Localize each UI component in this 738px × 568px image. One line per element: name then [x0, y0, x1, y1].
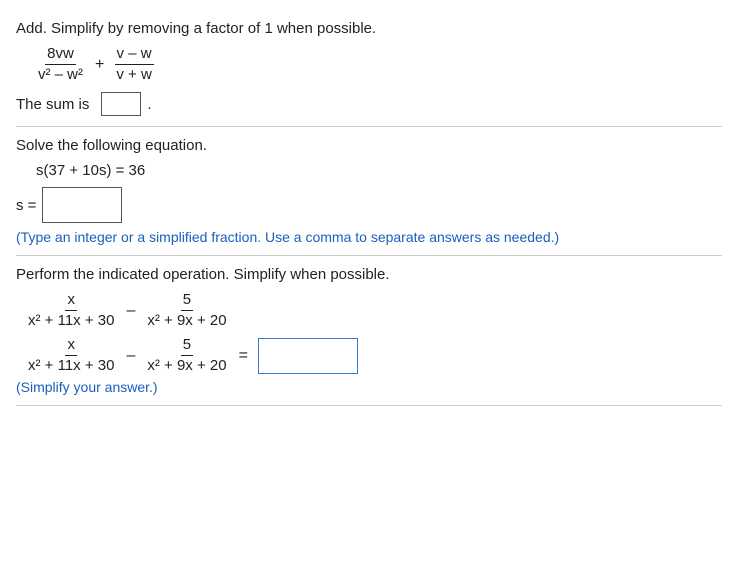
- equation-display: s(37 + 10s) = 36: [36, 162, 722, 179]
- operation-answer-box[interactable]: [258, 338, 358, 374]
- instruction-2: Solve the following equation.: [16, 137, 722, 154]
- period: .: [147, 96, 151, 113]
- fraction-1: 8vw v² – w²: [36, 45, 85, 84]
- minus-operator-result: –: [126, 347, 135, 365]
- expr-fraction-1: x x² + 11x + 30: [26, 291, 116, 330]
- simplify-hint: (Simplify your answer.): [16, 379, 722, 395]
- section-subtract-fractions: Perform the indicated operation. Simplif…: [16, 256, 722, 406]
- instruction-3: Perform the indicated operation. Simplif…: [16, 266, 722, 283]
- result-fraction-1: x x² + 11x + 30: [26, 336, 116, 375]
- sum-label: The sum is: [16, 96, 89, 113]
- expression-1: 8vw v² – w² + v – w v + w: [36, 45, 722, 84]
- sum-answer-box[interactable]: [101, 92, 141, 116]
- s-answer-box[interactable]: [42, 187, 122, 223]
- result-frac1-num: x: [65, 336, 77, 356]
- s-hint-text: (Type an integer or a simplified fractio…: [16, 229, 722, 245]
- s-label: s =: [16, 197, 36, 214]
- operation-display: x x² + 11x + 30 – 5 x² + 9x + 20: [26, 291, 722, 330]
- result-frac1-den: x² + 11x + 30: [26, 356, 116, 375]
- expr-fraction-2: 5 x² + 9x + 20: [145, 291, 228, 330]
- expr-frac2-den: x² + 9x + 20: [145, 311, 228, 330]
- expr-frac1-num: x: [65, 291, 77, 311]
- result-frac2-num: 5: [181, 336, 193, 356]
- s-answer-line: s =: [16, 187, 722, 223]
- instruction-1: Add. Simplify by removing a factor of 1 …: [16, 20, 722, 37]
- fraction-1-numerator: 8vw: [45, 45, 76, 65]
- plus-operator: +: [95, 56, 104, 74]
- result-line: x x² + 11x + 30 – 5 x² + 9x + 20 =: [26, 336, 722, 375]
- equals-sign: =: [239, 347, 248, 365]
- fraction-2-denominator: v + w: [114, 65, 153, 84]
- section-solve-equation: Solve the following equation. s(37 + 10s…: [16, 127, 722, 256]
- result-fraction-2: 5 x² + 9x + 20: [145, 336, 228, 375]
- section-add-fractions: Add. Simplify by removing a factor of 1 …: [16, 10, 722, 127]
- result-frac2-den: x² + 9x + 20: [145, 356, 228, 375]
- fraction-2-numerator: v – w: [115, 45, 154, 65]
- expr-frac2-num: 5: [181, 291, 193, 311]
- minus-operator-display: –: [126, 302, 135, 320]
- expr-frac1-den: x² + 11x + 30: [26, 311, 116, 330]
- fraction-1-denominator: v² – w²: [36, 65, 85, 84]
- fraction-2: v – w v + w: [114, 45, 153, 84]
- sum-line: The sum is .: [16, 92, 722, 116]
